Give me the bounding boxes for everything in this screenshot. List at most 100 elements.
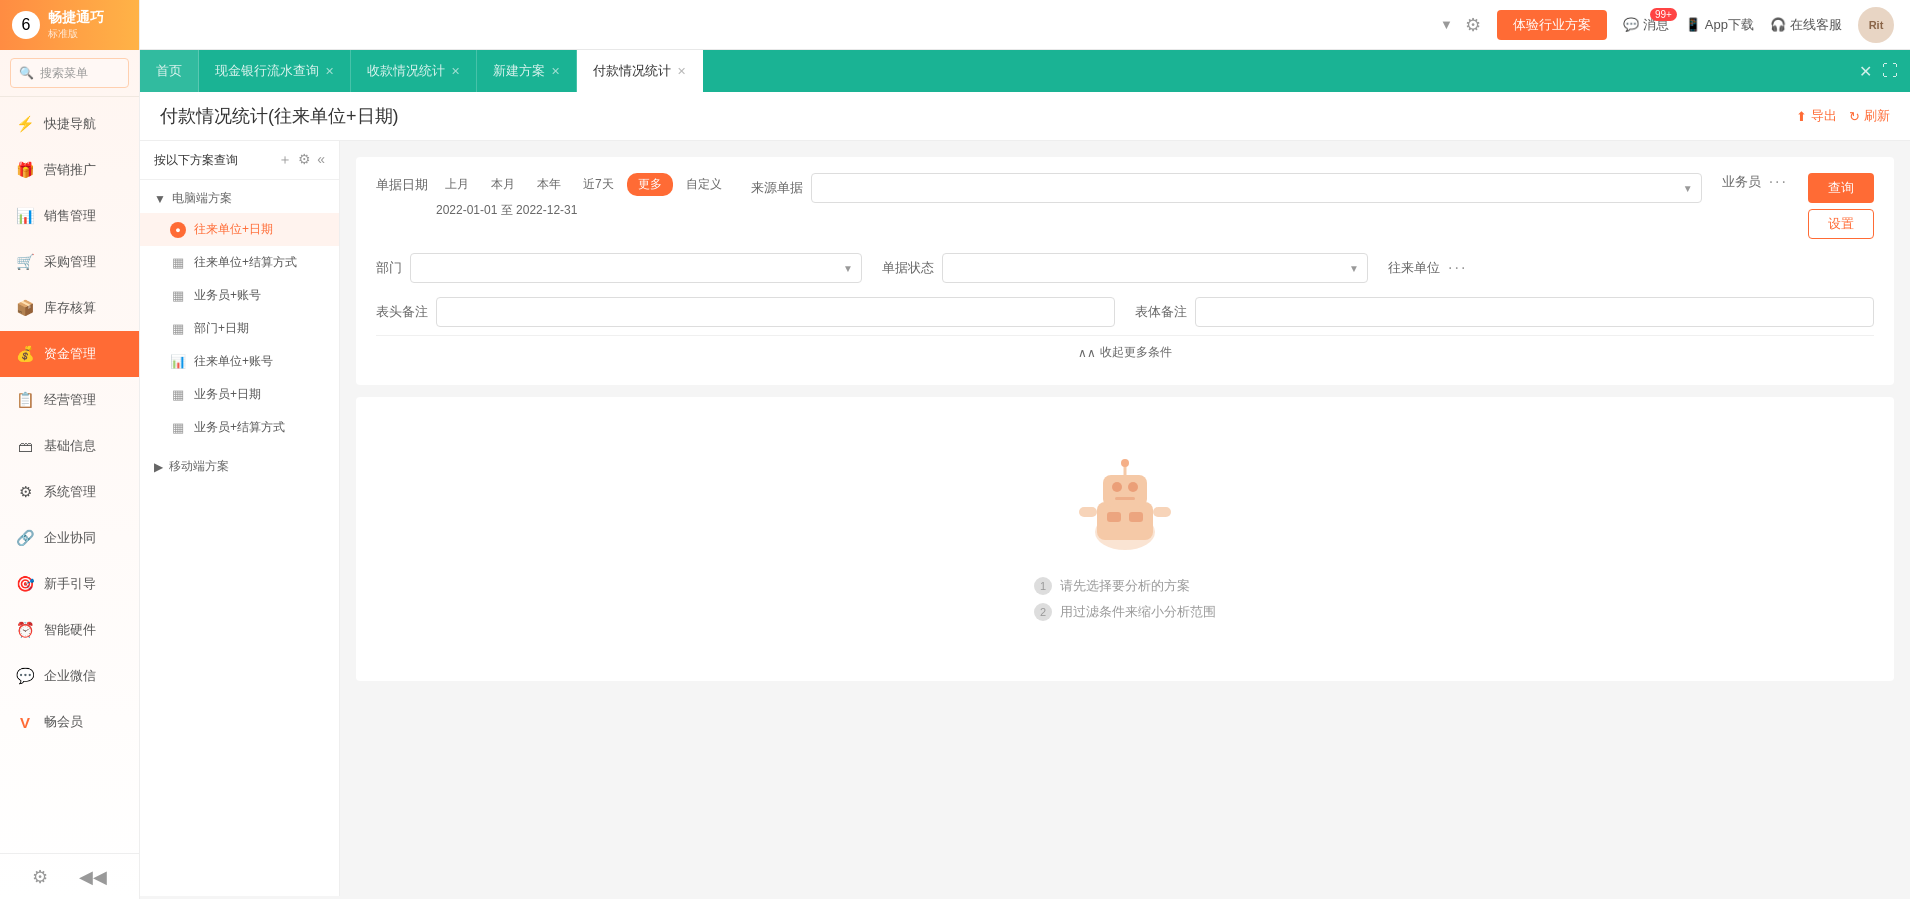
tab-bank-flow[interactable]: 现金银行流水查询 ✕ — [199, 50, 351, 92]
filter-row-3: 表头备注 表体备注 — [376, 297, 1874, 327]
sidebar-item-marketing[interactable]: 🎁 营销推广 — [0, 147, 139, 193]
sidebar-item-operations[interactable]: 📋 经营管理 — [0, 377, 139, 423]
empty-tip-2: 2 用过滤条件来缩小分析范围 — [1034, 603, 1216, 621]
left-panel: 按以下方案查询 ＋ ⚙ « ▼ 电脑端方案 ● 往来单位+日期 ▦ — [140, 141, 340, 896]
query-button[interactable]: 查询 — [1808, 173, 1874, 203]
main-content: 付款情况统计(往来单位+日期) ⬆ 导出 ↻ 刷新 按以下方案查询 ＋ ⚙ « — [140, 92, 1910, 899]
scheme-settings-icon[interactable]: ⚙ — [298, 151, 311, 169]
trial-btn[interactable]: 体验行业方案 — [1497, 10, 1607, 40]
filter-settings-button[interactable]: 设置 — [1808, 209, 1874, 239]
source-select[interactable]: ▼ — [811, 173, 1702, 203]
scheme-grid-icon: ▦ — [170, 420, 186, 436]
topbar-settings-icon[interactable]: ⚙ — [1465, 14, 1481, 36]
date-tab-this-year[interactable]: 本年 — [528, 173, 570, 196]
sidebar-item-label: 企业微信 — [44, 667, 96, 685]
empty-tip-1: 1 请先选择要分析的方案 — [1034, 577, 1216, 595]
staff-filter-label: 业务员 — [1722, 173, 1761, 191]
settings-footer-button[interactable]: ⚙ — [32, 866, 48, 888]
group-label: 电脑端方案 — [172, 190, 232, 207]
tab-receipt-stats-close[interactable]: ✕ — [451, 65, 460, 78]
sidebar-item-quick-nav[interactable]: ⚡ 快捷导航 — [0, 101, 139, 147]
scheme-item-label: 往来单位+账号 — [194, 353, 273, 370]
wechat-icon: 💬 — [16, 667, 34, 685]
table-header-note-input[interactable] — [436, 297, 1115, 327]
scheme-item-dept-date[interactable]: ▦ 部门+日期 — [140, 312, 339, 345]
export-button[interactable]: ⬆ 导出 — [1796, 107, 1837, 125]
app-download-button[interactable]: 📱 App下载 — [1685, 16, 1754, 34]
collapse-panel-button[interactable]: « — [317, 151, 325, 169]
tab-home-label: 首页 — [156, 62, 182, 80]
date-tab-custom[interactable]: 自定义 — [677, 173, 731, 196]
dropdown-arrow-icon[interactable]: ▼ — [1440, 17, 1453, 32]
sidebar-item-wechat[interactable]: 💬 企业微信 — [0, 653, 139, 699]
add-scheme-icon[interactable]: ＋ — [278, 151, 292, 169]
close-all-tabs-icon[interactable]: ✕ — [1859, 62, 1872, 81]
scheme-item-staff-date[interactable]: ▦ 业务员+日期 — [140, 378, 339, 411]
scheme-item-staff-account[interactable]: ▦ 业务员+账号 — [140, 279, 339, 312]
date-tab-last-month[interactable]: 上月 — [436, 173, 478, 196]
collapse-sidebar-button[interactable]: ◀◀ — [79, 866, 107, 888]
sidebar-logo[interactable]: 6 畅捷通巧 标准版 — [0, 0, 139, 50]
logo-icon: 6 — [12, 11, 40, 39]
tab-receipt-stats[interactable]: 收款情况统计 ✕ — [351, 50, 477, 92]
table-body-note-input[interactable] — [1195, 297, 1874, 327]
sidebar-item-system[interactable]: ⚙ 系统管理 — [0, 469, 139, 515]
date-range-display: 2022-01-01 至 2022-12-31 — [376, 202, 577, 219]
unit-filter-label: 往来单位 — [1388, 259, 1440, 277]
svg-point-9 — [1121, 459, 1129, 467]
sidebar-footer: ⚙ ◀◀ — [0, 853, 139, 899]
scheme-grid-icon: ▦ — [170, 255, 186, 271]
tab-payment-stats-close[interactable]: ✕ — [677, 65, 686, 78]
svg-rect-1 — [1097, 502, 1153, 540]
scheme-item-unit-settle[interactable]: ▦ 往来单位+结算方式 — [140, 246, 339, 279]
sidebar-item-finance[interactable]: 💰 资金管理 — [0, 331, 139, 377]
search-menu-button[interactable]: 🔍 搜索菜单 — [10, 58, 129, 88]
refresh-button[interactable]: ↻ 刷新 — [1849, 107, 1890, 125]
sidebar-item-inventory[interactable]: 📦 库存核算 — [0, 285, 139, 331]
headset-icon: 🎧 — [1770, 17, 1786, 32]
tabbar-actions: ✕ ⛶ — [1847, 50, 1910, 92]
group-arrow-icon: ▶ — [154, 460, 163, 474]
user-avatar[interactable]: Rit — [1858, 7, 1894, 43]
tab-payment-stats[interactable]: 付款情况统计 ✕ — [577, 50, 703, 92]
tab-new-plan-label: 新建方案 — [493, 62, 545, 80]
operations-icon: 📋 — [16, 391, 34, 409]
scheme-item-label: 往来单位+结算方式 — [194, 254, 297, 271]
doc-status-select[interactable]: ▼ — [942, 253, 1368, 283]
tabbar: 首页 现金银行流水查询 ✕ 收款情况统计 ✕ 新建方案 ✕ 付款情况统计 ✕ ✕… — [140, 50, 1910, 92]
dept-select[interactable]: ▼ — [410, 253, 862, 283]
sidebar-item-purchase[interactable]: 🛒 采购管理 — [0, 239, 139, 285]
date-tab-this-month[interactable]: 本月 — [482, 173, 524, 196]
sidebar-item-guide[interactable]: 🎯 新手引导 — [0, 561, 139, 607]
tab-bank-flow-close[interactable]: ✕ — [325, 65, 334, 78]
date-tab-last-7[interactable]: 近7天 — [574, 173, 623, 196]
mobile-group-title[interactable]: ▶ 移动端方案 — [140, 452, 339, 481]
desktop-group-title[interactable]: ▼ 电脑端方案 — [140, 184, 339, 213]
sidebar-item-enterprise[interactable]: 🔗 企业协同 — [0, 515, 139, 561]
collapse-more-button[interactable]: ∧∧ 收起更多条件 — [376, 335, 1874, 369]
tab-home[interactable]: 首页 — [140, 50, 199, 92]
tab-bank-flow-label: 现金银行流水查询 — [215, 62, 319, 80]
unit-dots-button[interactable]: ··· — [1448, 259, 1467, 277]
tab-new-plan-close[interactable]: ✕ — [551, 65, 560, 78]
tab-payment-stats-label: 付款情况统计 — [593, 62, 671, 80]
sidebar-item-label: 企业协同 — [44, 529, 96, 547]
sidebar-item-label: 基础信息 — [44, 437, 96, 455]
date-tabs: 上月 本月 本年 近7天 更多 自定义 — [436, 173, 731, 196]
sidebar-item-basic-info[interactable]: 🗃 基础信息 — [0, 423, 139, 469]
sidebar-item-sales[interactable]: 📊 销售管理 — [0, 193, 139, 239]
maximize-icon[interactable]: ⛶ — [1882, 62, 1898, 80]
tab-new-plan[interactable]: 新建方案 ✕ — [477, 50, 577, 92]
tab-receipt-stats-label: 收款情况统计 — [367, 62, 445, 80]
scheme-item-unit-account[interactable]: 📊 往来单位+账号 — [140, 345, 339, 378]
scheme-item-unit-date[interactable]: ● 往来单位+日期 — [140, 213, 339, 246]
tabbar-spacer — [703, 50, 1847, 92]
group-arrow-icon: ▼ — [154, 192, 166, 206]
sidebar-item-hardware[interactable]: ⏰ 智能硬件 — [0, 607, 139, 653]
online-service-button[interactable]: 🎧 在线客服 — [1770, 16, 1842, 34]
scheme-item-staff-settle[interactable]: ▦ 业务员+结算方式 — [140, 411, 339, 444]
staff-dots-button[interactable]: ··· — [1769, 173, 1788, 191]
date-tab-more[interactable]: 更多 — [627, 173, 673, 196]
message-button[interactable]: 💬 消息 99+ — [1623, 16, 1669, 34]
sidebar-item-member[interactable]: V 畅会员 — [0, 699, 139, 745]
